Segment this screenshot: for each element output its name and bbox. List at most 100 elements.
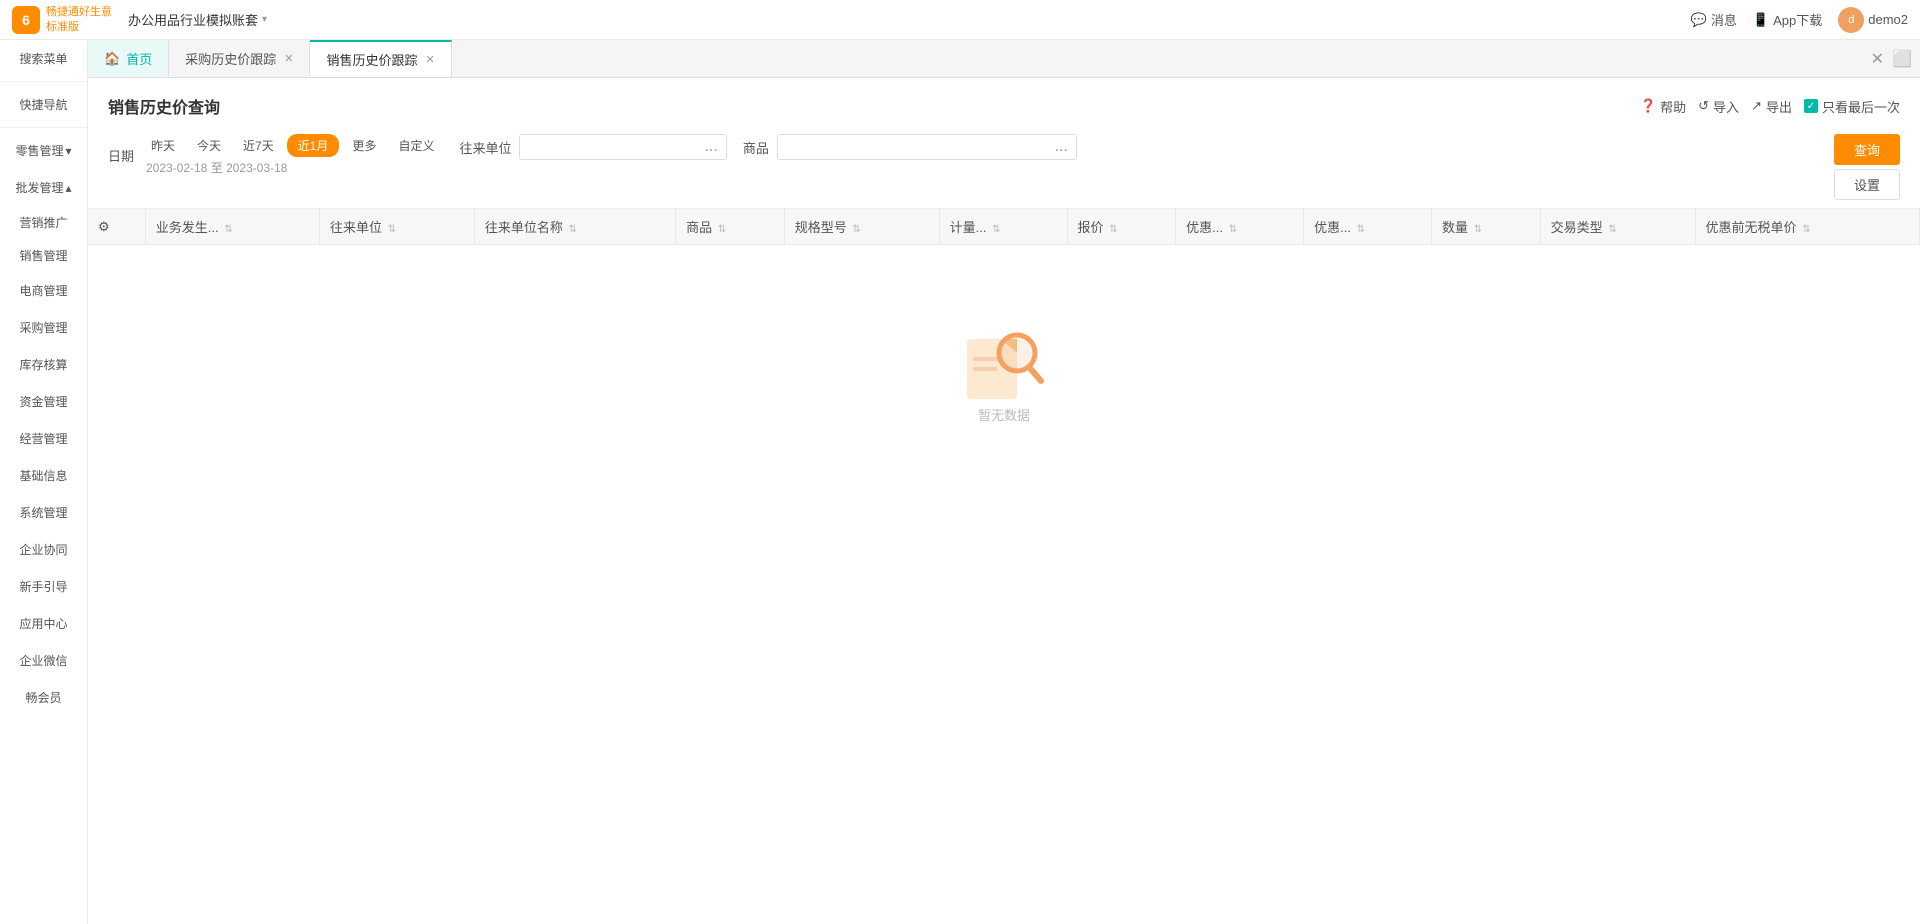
col-quantity[interactable]: 数量 ⇅ — [1431, 209, 1540, 245]
settings-button[interactable]: 设置 — [1834, 169, 1900, 200]
chevron-up-icon-wholesale: ▴ — [65, 181, 71, 195]
tab-sales-label: 销售历史价跟踪 — [326, 50, 417, 69]
sidebar-item-search[interactable]: 搜索菜单 — [0, 40, 87, 77]
main-layout: 搜索菜单 快捷导航 零售管理 ▾ 批发管理 ▴ 营销推广 销售管理 电商管理 采… — [0, 40, 1920, 924]
sidebar-item-wholesale[interactable]: 批发管理 ▴ — [0, 169, 87, 206]
sidebar-item-newbie[interactable]: 新手引导 — [0, 568, 87, 605]
tab-sales-close[interactable]: ✕ — [425, 53, 434, 66]
app-download-label: App下载 — [1773, 10, 1822, 29]
message-button[interactable]: 💬 消息 — [1691, 10, 1737, 29]
col-discount2[interactable]: 优惠... ⇅ — [1304, 209, 1432, 245]
partner-filter: 往来单位 ... — [459, 134, 726, 160]
filter-bar: 日期 昨天 今天 近7天 近1月 更多 自定义 2023-02-18 至 202… — [88, 126, 1920, 209]
tab-purchase-close[interactable]: ✕ — [284, 52, 293, 65]
sort-arrows-spec: ⇅ — [852, 224, 860, 235]
col-biz-date[interactable]: 业务发生... ⇅ — [145, 209, 319, 245]
sidebar-item-marketing[interactable]: 营销推广 — [0, 206, 87, 239]
product-filter: 商品 ... — [743, 134, 1077, 160]
maximize-button[interactable]: ⬜ — [1892, 49, 1912, 69]
sidebar-divider-2 — [0, 127, 87, 128]
table-header-row: ⚙ 业务发生... ⇅ 往来单位 ⇅ 往来单位名称 — [88, 209, 1920, 245]
date-btn-today[interactable]: 今天 — [188, 134, 230, 157]
sidebar-item-finance[interactable]: 资金管理 — [0, 383, 87, 420]
export-button[interactable]: ↗ 导出 — [1751, 97, 1792, 116]
sort-arrows-trade-type: ⇅ — [1608, 224, 1616, 235]
partner-picker-icon[interactable]: ... — [704, 138, 717, 156]
query-button[interactable]: 查询 — [1834, 134, 1900, 165]
logo-icon: 6 — [12, 6, 40, 34]
chevron-down-icon: ▾ — [262, 14, 267, 25]
user-profile[interactable]: d demo2 — [1838, 7, 1908, 33]
date-btn-custom[interactable]: 自定义 — [389, 134, 443, 157]
sidebar-item-system[interactable]: 系统管理 — [0, 494, 87, 531]
col-product[interactable]: 商品 ⇅ — [676, 209, 785, 245]
sort-arrows-discount1: ⇅ — [1229, 224, 1237, 235]
product-input[interactable]: ... — [777, 134, 1077, 160]
sort-arrows-discount2: ⇅ — [1357, 224, 1365, 235]
sidebar-item-inventory[interactable]: 库存核算 — [0, 346, 87, 383]
sort-arrows-partner-name: ⇅ — [569, 224, 577, 235]
product-picker-icon[interactable]: ... — [1054, 138, 1067, 156]
col-partner-name[interactable]: 往来单位名称 ⇅ — [474, 209, 675, 245]
only-last-checkbox[interactable]: ✓ 只看最后一次 — [1804, 97, 1900, 116]
chevron-down-icon-retail: ▾ — [65, 144, 71, 158]
col-trade-type[interactable]: 交易类型 ⇅ — [1540, 209, 1695, 245]
export-label: 导出 — [1766, 97, 1792, 116]
help-button[interactable]: ❓ 帮助 — [1640, 97, 1686, 116]
tab-sales[interactable]: 销售历史价跟踪 ✕ — [310, 40, 451, 77]
top-bar: 6 畅捷通好生意 标准版 办公用品行业模拟账套 ▾ 💬 消息 📱 App下载 d… — [0, 0, 1920, 40]
message-icon: 💬 — [1691, 12, 1707, 28]
col-discount1[interactable]: 优惠... ⇅ — [1176, 209, 1304, 245]
tab-purchase[interactable]: 采购历史价跟踪 ✕ — [169, 41, 310, 76]
sidebar-item-ops[interactable]: 经营管理 — [0, 420, 87, 457]
export-icon: ↗ — [1751, 98, 1762, 114]
right-panel: 🏠 首页 采购历史价跟踪 ✕ 销售历史价跟踪 ✕ ✕ ⬜ 销售历史价查询 — [88, 40, 1920, 924]
import-icon: ↺ — [1698, 98, 1709, 114]
sort-arrows-partner-code: ⇅ — [388, 224, 396, 235]
sidebar-item-appstore[interactable]: 应用中心 — [0, 605, 87, 642]
sidebar-item-wechat[interactable]: 企业微信 — [0, 642, 87, 679]
col-pretax-price[interactable]: 优惠前无税单价 ⇅ — [1695, 209, 1919, 245]
tabs-right: ✕ ⬜ — [1871, 49, 1920, 69]
col-quoted-price[interactable]: 报价 ⇅ — [1067, 209, 1176, 245]
col-partner-code[interactable]: 往来单位 ⇅ — [319, 209, 474, 245]
help-label: 帮助 — [1660, 97, 1686, 116]
date-btn-1month[interactable]: 近1月 — [287, 134, 340, 157]
sidebar-item-quick-nav[interactable]: 快捷导航 — [0, 86, 87, 123]
tab-home[interactable]: 🏠 首页 — [88, 41, 169, 76]
sidebar-item-sales-mgmt[interactable]: 销售管理 — [0, 239, 87, 272]
date-btn-yesterday[interactable]: 昨天 — [142, 134, 184, 157]
partner-input[interactable]: ... — [519, 134, 726, 160]
sort-arrows-quoted-price: ⇅ — [1109, 224, 1117, 235]
date-btn-more[interactable]: 更多 — [343, 134, 385, 157]
app-download-button[interactable]: 📱 App下载 — [1753, 10, 1822, 29]
col-spec[interactable]: 规格型号 ⇅ — [784, 209, 939, 245]
sidebar-item-retail[interactable]: 零售管理 ▾ — [0, 132, 87, 169]
tab-purchase-label: 采购历史价跟踪 — [185, 49, 276, 68]
col-trade-type-label: 交易类型 — [1551, 220, 1603, 235]
col-unit[interactable]: 计量... ⇅ — [939, 209, 1067, 245]
col-discount2-label: 优惠... — [1314, 220, 1351, 235]
close-all-button[interactable]: ✕ — [1871, 49, 1884, 69]
user-name: demo2 — [1868, 12, 1908, 27]
import-button[interactable]: ↺ 导入 — [1698, 97, 1739, 116]
message-label: 消息 — [1711, 10, 1737, 29]
sidebar-item-collab[interactable]: 企业协同 — [0, 531, 87, 568]
tab-home-label: 首页 — [126, 49, 152, 68]
col-settings[interactable]: ⚙ — [88, 209, 145, 245]
sidebar-item-retail-label: 零售管理 — [15, 142, 63, 159]
col-partner-name-label: 往来单位名称 — [485, 220, 563, 235]
page-title: 销售历史价查询 — [108, 94, 220, 118]
data-table: ⚙ 业务发生... ⇅ 往来单位 ⇅ 往来单位名称 — [88, 209, 1920, 245]
product-input-field[interactable] — [786, 140, 1055, 155]
sidebar-item-purchase[interactable]: 采购管理 — [0, 309, 87, 346]
app-selector[interactable]: 办公用品行业模拟账套 ▾ — [120, 6, 275, 33]
sidebar-item-ecommerce[interactable]: 电商管理 — [0, 272, 87, 309]
app-title: 办公用品行业模拟账套 — [128, 10, 258, 29]
partner-input-field[interactable] — [528, 140, 704, 155]
sidebar-item-vip[interactable]: 畅会员 — [0, 679, 87, 716]
sidebar-divider — [0, 81, 87, 82]
sidebar-item-basic[interactable]: 基础信息 — [0, 457, 87, 494]
date-btn-7days[interactable]: 近7天 — [234, 134, 283, 157]
checkbox-checked-icon: ✓ — [1804, 99, 1818, 113]
